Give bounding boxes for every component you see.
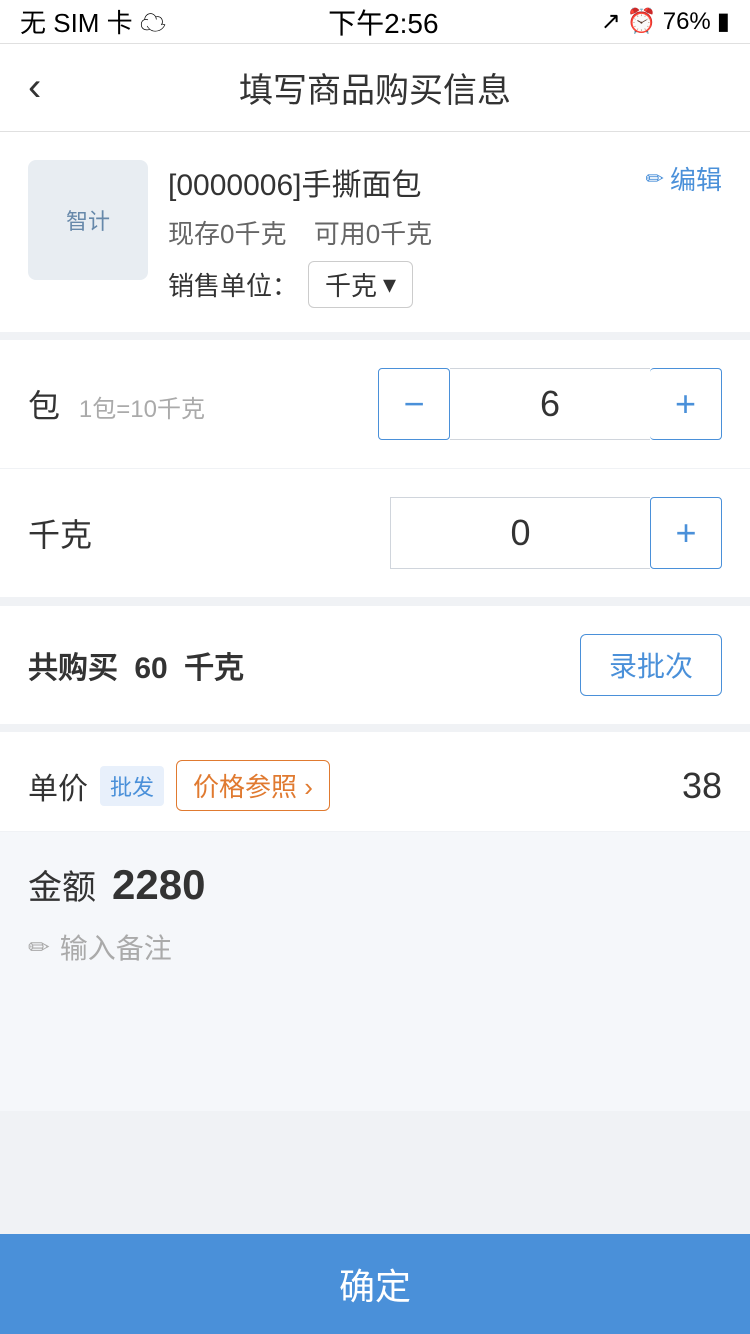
price-value: 38 (682, 765, 722, 807)
amount-value: 2280 (112, 861, 205, 909)
unit-prefix: 销售单位： (168, 266, 298, 303)
summary-row: 共购买 60 千克 录批次 (0, 606, 750, 732)
status-right: ↗ ⏰ 76% ▮ (601, 7, 730, 36)
bao-label: 包 1包=10千克 (28, 381, 378, 427)
amount-row: 金额 2280 (28, 860, 722, 909)
page-title: 填写商品购买信息 (239, 63, 511, 112)
unit-chevron-icon: ▾ (383, 269, 396, 300)
kg-increment-button[interactable]: + (650, 497, 722, 569)
summary-prefix: 共购买 (28, 652, 118, 685)
unit-select[interactable]: 千克 ▾ (308, 261, 413, 308)
status-bar: 无 SIM 卡 ☁ 下午2:56 ↗ ⏰ 76% ▮ (0, 0, 750, 44)
summary-text: 共购买 60 千克 (28, 643, 580, 687)
product-image: 智计 (28, 160, 148, 280)
batch-button[interactable]: 录批次 (580, 634, 722, 696)
confirm-button[interactable]: 确定 (0, 1234, 750, 1334)
quantity-row-bao: 包 1包=10千克 − + (0, 340, 750, 469)
price-ref-button[interactable]: 价格参照 › (176, 760, 330, 811)
product-name: [0000006]手撕面包 (168, 160, 626, 204)
remark-row[interactable]: ✏ 输入备注 (28, 927, 722, 967)
summary-quantity: 60 (134, 652, 167, 685)
quantity-row-kg: 千克 + (0, 469, 750, 598)
price-ref-label: 价格参照 › (193, 767, 313, 804)
remark-placeholder: 输入备注 (60, 927, 172, 967)
bao-label-text: 包 (28, 388, 60, 424)
price-tag: 批发 (100, 766, 164, 806)
product-card: 智计 [0000006]手撕面包 现存0千克 可用0千克 销售单位： 千克 ▾ … (0, 132, 750, 340)
bao-input[interactable] (450, 368, 650, 440)
bao-sublabel: 1包=10千克 (79, 396, 205, 423)
amount-label: 金额 (28, 860, 96, 909)
kg-controls: + (390, 497, 722, 569)
price-section: 单价 批发 价格参照 › 38 (0, 732, 750, 832)
edit-icon: ✏ (646, 166, 664, 192)
no-sim-label: 无 SIM 卡 ☁ (20, 3, 166, 40)
nav-bar: ‹ 填写商品购买信息 (0, 44, 750, 132)
amount-section: 金额 2280 ✏ 输入备注 (0, 832, 750, 1111)
alarm-icon: ⏰ (627, 7, 657, 36)
status-time: 下午2:56 (328, 2, 439, 42)
price-label: 单价 (28, 764, 88, 808)
back-button[interactable]: ‹ (28, 65, 41, 110)
status-left: 无 SIM 卡 ☁ (20, 3, 166, 40)
bao-decrement-button[interactable]: − (378, 368, 450, 440)
quantity-section: 包 1包=10千克 − + 千克 + (0, 340, 750, 606)
battery-icon: ▮ (717, 7, 730, 36)
bao-increment-button[interactable]: + (650, 368, 722, 440)
summary-unit: 千克 (184, 652, 244, 685)
kg-input[interactable] (390, 497, 650, 569)
price-left: 单价 批发 价格参照 › (28, 760, 330, 811)
product-info: [0000006]手撕面包 现存0千克 可用0千克 销售单位： 千克 ▾ (168, 160, 626, 308)
remark-icon: ✏ (28, 932, 50, 963)
product-card-right: ✏ 编辑 (646, 160, 722, 197)
product-logo: 智计 (66, 204, 110, 236)
location-icon: ↗ (601, 7, 621, 36)
battery-label: 76% (663, 8, 711, 36)
spacer (0, 1111, 750, 1235)
unit-value: 千克 (325, 266, 377, 303)
product-stock: 现存0千克 可用0千克 (168, 214, 626, 251)
edit-button[interactable]: ✏ 编辑 (646, 160, 722, 197)
price-row: 单价 批发 价格参照 › 38 (28, 760, 722, 811)
stock-label: 现存0千克 (168, 219, 286, 249)
bao-controls: − + (378, 368, 722, 440)
available-label: 可用0千克 (314, 219, 432, 249)
product-unit-row: 销售单位： 千克 ▾ (168, 261, 626, 308)
kg-label: 千克 (28, 510, 390, 556)
edit-label: 编辑 (670, 160, 722, 197)
